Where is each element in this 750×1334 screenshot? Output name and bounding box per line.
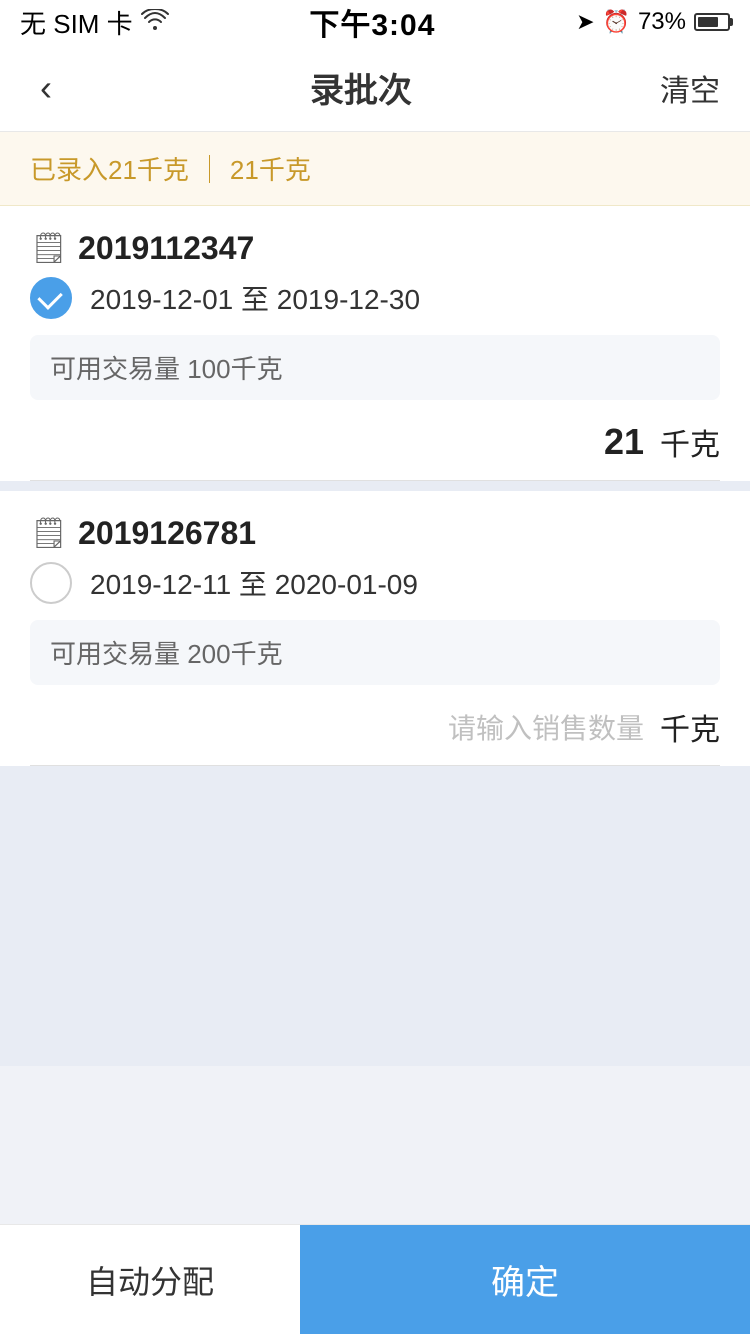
battery-percent: 73% — [638, 8, 686, 36]
radio-1[interactable] — [30, 277, 72, 319]
batch-item-1: 🗒 2019112347 2019-12-01 至 2019-12-30 可用交… — [0, 206, 750, 481]
back-button[interactable]: ‹ — [30, 57, 62, 119]
info-divider — [209, 155, 210, 183]
status-right: ➤ ⏰ 73% — [576, 8, 730, 36]
batch-id-icon-2: 🗒 — [30, 516, 68, 551]
batch-input-field-row-2[interactable]: 请输入销售数量 千克 — [30, 685, 720, 766]
confirm-button[interactable]: 确定 — [300, 1225, 750, 1334]
sim-label: 无 SIM 卡 — [20, 4, 133, 41]
separator-1 — [0, 481, 750, 491]
status-left: 无 SIM 卡 — [20, 4, 169, 41]
batch-date-row-2[interactable]: 2019-12-11 至 2020-01-09 — [30, 562, 720, 604]
batch-date-2: 2019-12-11 至 2020-01-09 — [90, 563, 418, 603]
batch-input-value-1[interactable]: 21 — [604, 421, 644, 463]
batch-input-placeholder-2[interactable]: 请输入销售数量 — [30, 707, 644, 747]
wifi-icon — [141, 7, 169, 38]
info-bar: 已录入21千克 21千克 — [0, 132, 750, 206]
recorded-value: 21千克 — [230, 150, 311, 187]
batch-avail-2: 可用交易量 200千克 — [30, 620, 720, 685]
nav-bar: ‹ 录批次 清空 — [0, 44, 750, 132]
auto-distribute-button[interactable]: 自动分配 — [0, 1225, 300, 1334]
location-icon: ➤ — [576, 9, 594, 35]
batch-id-2: 2019126781 — [78, 515, 256, 552]
batch-input-unit-1: 千克 — [660, 420, 720, 464]
batch-date-1: 2019-12-01 至 2019-12-30 — [90, 278, 420, 318]
batch-input-unit-2: 千克 — [660, 705, 720, 749]
batch-header-1: 🗒 2019112347 — [30, 230, 720, 267]
bottom-buttons: 自动分配 确定 — [0, 1224, 750, 1334]
alarm-icon: ⏰ — [603, 9, 630, 35]
page-content: 已录入21千克 21千克 🗒 2019112347 2019-12-01 至 2… — [0, 132, 750, 1176]
bottom-spacer — [0, 766, 750, 1066]
battery-icon — [694, 13, 730, 31]
status-time: 下午3:04 — [309, 0, 435, 44]
status-bar: 无 SIM 卡 下午3:04 ➤ ⏰ 73% — [0, 0, 750, 44]
batch-id-1: 2019112347 — [78, 230, 254, 267]
radio-2[interactable] — [30, 562, 72, 604]
batch-id-icon-1: 🗒 — [30, 231, 68, 266]
batch-item-2: 🗒 2019126781 2019-12-11 至 2020-01-09 可用交… — [0, 491, 750, 766]
batch-input-row-1: 21 千克 — [30, 400, 720, 481]
clear-button[interactable]: 清空 — [660, 66, 720, 110]
batch-header-2: 🗒 2019126781 — [30, 515, 720, 552]
recorded-label: 已录入21千克 — [30, 150, 189, 187]
batch-date-row-1[interactable]: 2019-12-01 至 2019-12-30 — [30, 277, 720, 319]
page-title: 录批次 — [310, 63, 412, 112]
batch-avail-1: 可用交易量 100千克 — [30, 335, 720, 400]
